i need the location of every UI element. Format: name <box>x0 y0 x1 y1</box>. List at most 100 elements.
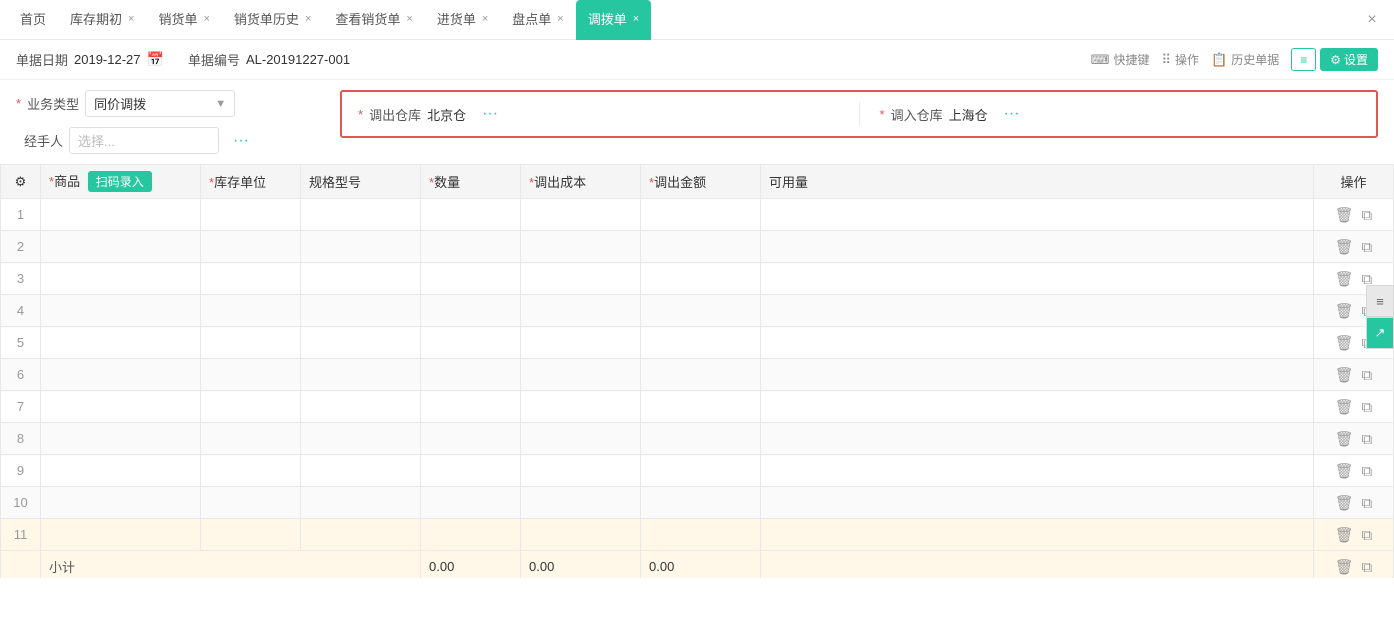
copy-row-icon[interactable]: ⧉ <box>1359 431 1374 448</box>
row-cost[interactable] <box>521 295 641 327</box>
close-icon[interactable]: × <box>557 13 563 25</box>
row-amount[interactable] <box>641 519 761 551</box>
delete-row-icon[interactable]: 🗑 <box>1333 495 1356 512</box>
tab-sales[interactable]: 销货单 × <box>146 0 221 40</box>
operations-btn[interactable]: ⠿ 操作 <box>1161 51 1199 68</box>
row-cost[interactable] <box>521 327 641 359</box>
tab-sales-history[interactable]: 销货单历史 × <box>222 0 323 40</box>
tab-inventory[interactable]: 盘点单 × <box>500 0 575 40</box>
row-cost[interactable] <box>521 487 641 519</box>
shortcuts-btn[interactable]: ⌨ 快捷键 <box>1091 51 1150 68</box>
row-cost[interactable] <box>521 519 641 551</box>
close-icon[interactable]: × <box>128 13 134 25</box>
row-spec[interactable] <box>301 519 421 551</box>
row-qty[interactable] <box>421 327 521 359</box>
row-qty[interactable] <box>421 423 521 455</box>
row-spec[interactable] <box>301 263 421 295</box>
row-product[interactable] <box>41 295 201 327</box>
row-qty[interactable] <box>421 295 521 327</box>
copy-row-icon[interactable]: ⧉ <box>1359 527 1374 544</box>
row-spec[interactable] <box>301 423 421 455</box>
row-spec[interactable] <box>301 487 421 519</box>
row-qty[interactable] <box>421 263 521 295</box>
delete-row-icon[interactable]: 🗑 <box>1333 367 1356 384</box>
tab-view-sales[interactable]: 查看销货单 × <box>323 0 424 40</box>
row-amount[interactable] <box>641 487 761 519</box>
row-amount[interactable] <box>641 327 761 359</box>
settings-btn[interactable]: ⚙ 设置 <box>1320 48 1378 71</box>
source-warehouse-more-icon[interactable]: ··· <box>482 105 498 123</box>
copy-row-icon[interactable]: ⧉ <box>1359 463 1374 480</box>
tab-bar-close-btn[interactable]: × <box>1358 6 1386 34</box>
delete-row-icon[interactable]: 🗑 <box>1333 207 1356 224</box>
row-amount[interactable] <box>641 391 761 423</box>
row-unit[interactable] <box>201 391 301 423</box>
row-product[interactable] <box>41 231 201 263</box>
row-product[interactable] <box>41 263 201 295</box>
row-cost[interactable] <box>521 423 641 455</box>
row-qty[interactable] <box>421 231 521 263</box>
subtotal-delete-icon[interactable]: 🗑 <box>1333 559 1356 576</box>
row-amount[interactable] <box>641 359 761 391</box>
subtotal-copy-icon[interactable]: ⧉ <box>1359 559 1374 576</box>
layout-btn-1[interactable]: ≡ <box>1291 48 1316 71</box>
copy-row-icon[interactable]: ⧉ <box>1359 399 1374 416</box>
tab-stock-init[interactable]: 库存期初 × <box>58 0 146 40</box>
close-icon[interactable]: × <box>482 13 488 25</box>
row-product[interactable] <box>41 359 201 391</box>
row-product[interactable] <box>41 391 201 423</box>
row-cost[interactable] <box>521 199 641 231</box>
copy-row-icon[interactable]: ⧉ <box>1359 495 1374 512</box>
right-toolbar-export-btn[interactable]: ↗ <box>1366 317 1394 349</box>
close-icon[interactable]: × <box>305 13 311 25</box>
row-spec[interactable] <box>301 231 421 263</box>
row-unit[interactable] <box>201 423 301 455</box>
row-qty[interactable] <box>421 455 521 487</box>
close-icon[interactable]: × <box>406 13 412 25</box>
row-unit[interactable] <box>201 295 301 327</box>
delete-row-icon[interactable]: 🗑 <box>1333 335 1356 352</box>
row-spec[interactable] <box>301 391 421 423</box>
row-qty[interactable] <box>421 359 521 391</box>
row-unit[interactable] <box>201 519 301 551</box>
row-amount[interactable] <box>641 295 761 327</box>
row-unit[interactable] <box>201 263 301 295</box>
handler-more-icon[interactable]: ··· <box>233 132 249 150</box>
row-amount[interactable] <box>641 263 761 295</box>
row-cost[interactable] <box>521 263 641 295</box>
row-unit[interactable] <box>201 327 301 359</box>
row-unit[interactable] <box>201 359 301 391</box>
row-amount[interactable] <box>641 423 761 455</box>
row-product[interactable] <box>41 455 201 487</box>
handler-select[interactable]: 选择... <box>69 127 219 154</box>
row-qty[interactable] <box>421 199 521 231</box>
target-warehouse-more-icon[interactable]: ··· <box>1004 105 1020 123</box>
tab-transfer[interactable]: 调拨单 × <box>576 0 651 40</box>
row-product[interactable] <box>41 327 201 359</box>
tab-home[interactable]: 首页 <box>8 0 58 40</box>
row-qty[interactable] <box>421 391 521 423</box>
row-unit[interactable] <box>201 487 301 519</box>
row-cost[interactable] <box>521 359 641 391</box>
row-cost[interactable] <box>521 455 641 487</box>
copy-row-icon[interactable]: ⧉ <box>1359 239 1374 256</box>
row-spec[interactable] <box>301 295 421 327</box>
copy-row-icon[interactable]: ⧉ <box>1359 207 1374 224</box>
row-cost[interactable] <box>521 231 641 263</box>
col-settings[interactable]: ⚙ <box>1 165 41 199</box>
right-toolbar-list-btn[interactable]: ≡ <box>1366 285 1394 317</box>
row-qty[interactable] <box>421 487 521 519</box>
delete-row-icon[interactable]: 🗑 <box>1333 271 1356 288</box>
row-unit[interactable] <box>201 231 301 263</box>
tab-purchase[interactable]: 进货单 × <box>425 0 500 40</box>
row-spec[interactable] <box>301 327 421 359</box>
delete-row-icon[interactable]: 🗑 <box>1333 527 1356 544</box>
history-btn[interactable]: 📋 历史单据 <box>1211 51 1279 68</box>
copy-row-icon[interactable]: ⧉ <box>1359 367 1374 384</box>
row-amount[interactable] <box>641 199 761 231</box>
delete-row-icon[interactable]: 🗑 <box>1333 431 1356 448</box>
row-spec[interactable] <box>301 359 421 391</box>
close-icon[interactable]: × <box>633 13 639 25</box>
row-amount[interactable] <box>641 455 761 487</box>
row-qty[interactable] <box>421 519 521 551</box>
